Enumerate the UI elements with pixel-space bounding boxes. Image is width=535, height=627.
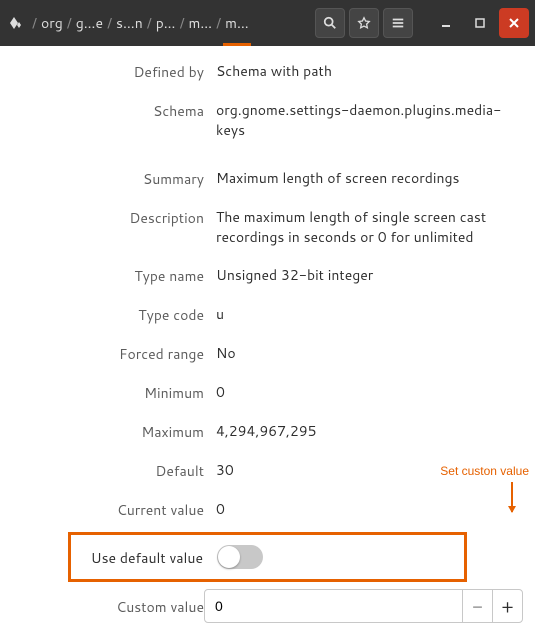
- maximize-button[interactable]: [465, 8, 495, 38]
- use-default-toggle[interactable]: [217, 545, 263, 569]
- row-minimum: Minimum 0: [0, 373, 535, 412]
- value: No: [216, 343, 525, 363]
- label: Schema: [0, 100, 204, 121]
- custom-value-spinner: − +: [204, 589, 523, 623]
- breadcrumb-sep: /: [180, 13, 185, 33]
- close-button[interactable]: [499, 8, 529, 38]
- content: Defined by Schema with path Schema org.g…: [0, 46, 535, 627]
- toggle-knob: [218, 546, 240, 568]
- row-maximum: Maximum 4,294,967,295: [0, 412, 535, 451]
- increment-button[interactable]: +: [492, 590, 522, 622]
- breadcrumb-sep: /: [107, 13, 112, 33]
- custom-value-input[interactable]: [205, 598, 462, 614]
- annotation-text: Set custon value: [440, 464, 529, 478]
- breadcrumb-sep: /: [67, 13, 72, 33]
- label: Minimum: [0, 382, 204, 403]
- row-use-default: Use default value: [68, 532, 467, 582]
- label: Description: [0, 207, 204, 228]
- breadcrumb-item-active[interactable]: m…: [223, 0, 251, 46]
- row-current-value: Current value 0: [0, 490, 535, 529]
- label: Current value: [0, 499, 204, 520]
- app-icon: [6, 13, 26, 33]
- search-button[interactable]: [315, 8, 345, 38]
- label: Defined by: [0, 61, 204, 82]
- value: The maximum length of single screen cast…: [216, 207, 525, 247]
- breadcrumb-item[interactable]: p…: [154, 13, 178, 33]
- row-summary: Summary Maximum length of screen recordi…: [0, 159, 535, 198]
- row-schema: Schema org.gnome.settings-daemon.plugins…: [0, 91, 535, 149]
- breadcrumb-item[interactable]: org: [39, 13, 65, 33]
- value: u: [216, 304, 525, 324]
- breadcrumb-sep: /: [32, 13, 37, 33]
- breadcrumb-sep: /: [216, 13, 221, 33]
- value: 4,294,967,295: [216, 421, 525, 441]
- label: Type name: [0, 265, 204, 286]
- annotation-arrow: [511, 482, 513, 512]
- minimize-button[interactable]: [431, 8, 461, 38]
- row-custom-value: Custom value − +: [0, 585, 535, 627]
- bookmark-button[interactable]: [349, 8, 379, 38]
- value: 0: [216, 382, 525, 402]
- breadcrumb-item[interactable]: g…e: [74, 13, 105, 33]
- label: Default: [0, 460, 204, 481]
- value: Maximum length of screen recordings: [216, 168, 525, 188]
- decrement-button[interactable]: −: [462, 590, 492, 622]
- breadcrumb-item[interactable]: m…: [187, 13, 215, 33]
- value: Schema with path: [216, 61, 525, 81]
- label: Summary: [0, 168, 204, 189]
- row-description: Description The maximum length of single…: [0, 198, 535, 256]
- breadcrumb: / org / g…e / s…n / p… / m… / m…: [30, 0, 311, 46]
- label: Maximum: [0, 421, 204, 442]
- row-defined-by: Defined by Schema with path: [0, 52, 535, 91]
- value: 0: [216, 499, 525, 519]
- custom-value-label: Custom value: [0, 596, 204, 617]
- value: org.gnome.settings-daemon.plugins.media-…: [216, 100, 525, 140]
- value: Unsigned 32-bit integer: [216, 265, 525, 285]
- row-forced-range: Forced range No: [0, 334, 535, 373]
- menu-button[interactable]: [383, 8, 413, 38]
- breadcrumb-item[interactable]: s…n: [114, 13, 145, 33]
- breadcrumb-sep: /: [147, 13, 152, 33]
- use-default-label: Use default value: [75, 547, 203, 568]
- titlebar: / org / g…e / s…n / p… / m… / m…: [0, 0, 535, 46]
- row-type-name: Type name Unsigned 32-bit integer: [0, 256, 535, 295]
- label: Type code: [0, 304, 204, 325]
- label: Forced range: [0, 343, 204, 364]
- row-type-code: Type code u: [0, 295, 535, 334]
